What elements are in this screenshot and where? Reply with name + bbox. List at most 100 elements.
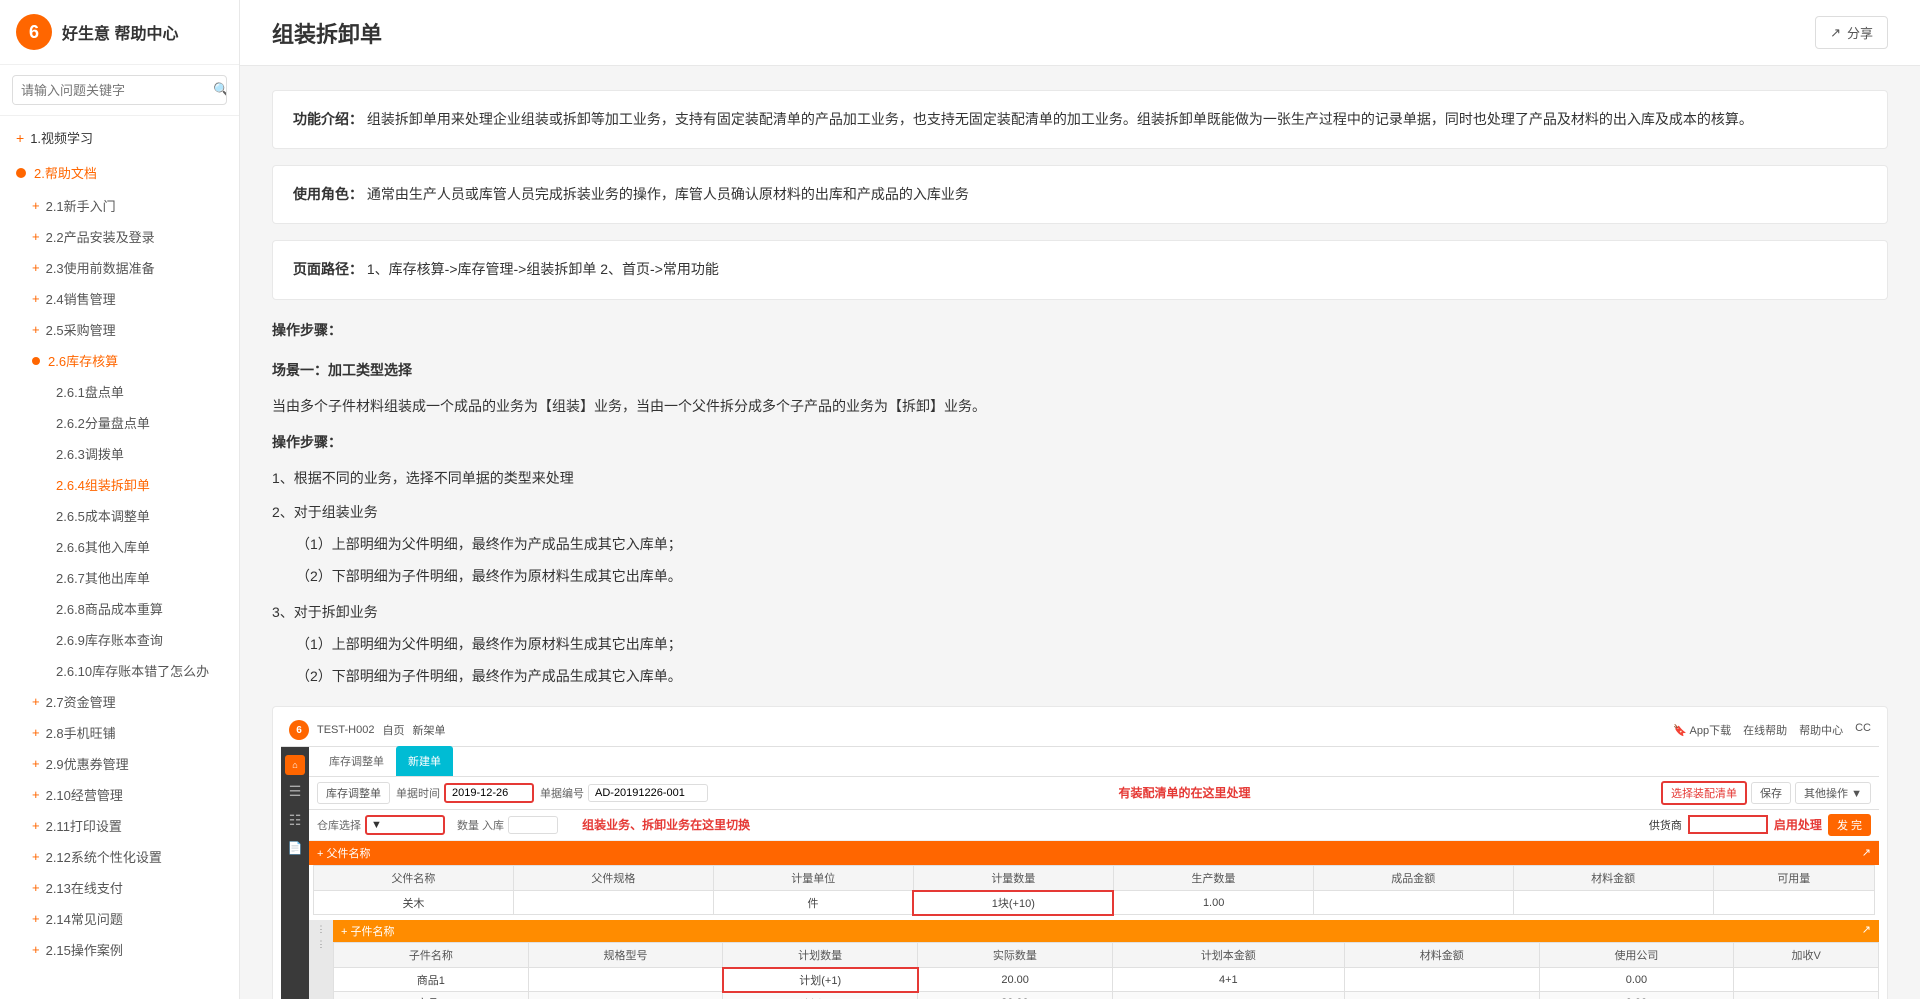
sidebar-item-2-15[interactable]: + 2.15操作案例 <box>32 934 239 965</box>
table-row: 关木 件 1块(+10) 1.00 <box>314 891 1875 915</box>
sidebar-item-2-6-10[interactable]: 2.6.10库存账本错了怎么办 <box>56 655 239 686</box>
col-unit: 计量单位 <box>713 865 913 891</box>
sim-doc-icon: 📄 <box>288 841 303 855</box>
annotation-has-bom: 有装配清单的在这里处理 <box>714 784 1655 801</box>
col-parent-spec: 父件规格 <box>513 865 713 891</box>
sim-count-input[interactable] <box>508 816 558 834</box>
main-content: 组装拆卸单 ↗ 分享 功能介绍： 组装拆卸单用来处理企业组装或拆卸等加工业务，支… <box>240 0 1920 999</box>
sidebar-item-sales[interactable]: + 2.4销售管理 <box>32 283 239 314</box>
sim-btn-select-bom[interactable]: 选择装配清单 <box>1661 781 1747 805</box>
sim-nav-2: 新架单 <box>412 722 445 738</box>
sidebar-item-purchase[interactable]: + 2.5采购管理 <box>32 314 239 345</box>
sidebar-item-new-user[interactable]: + 2.1新手入门 <box>32 190 239 221</box>
sidebar-item-2-6-9[interactable]: 2.6.9库存账本查询 <box>56 624 239 655</box>
sim-nav-1: 自页 <box>382 722 404 738</box>
sim-btn-more[interactable]: 其他操作 ▼ <box>1795 782 1871 804</box>
screenshot-container: 6 TEST-H002 自页 新架单 🔖 App下载 在线帮助 帮助中心 CC <box>272 706 1888 999</box>
sim-date-input[interactable] <box>444 783 534 803</box>
sidebar-item-2-6-4[interactable]: 2.6.4组装拆卸单 <box>56 469 239 500</box>
sim-btn-save[interactable]: 保存 <box>1751 782 1791 804</box>
sidebar-item-2-12[interactable]: + 2.12系统个性化设置 <box>32 841 239 872</box>
sidebar-item-2-14[interactable]: + 2.14常见问题 <box>32 903 239 934</box>
sidebar-item-2-6-8[interactable]: 2.6.8商品成本重算 <box>56 593 239 624</box>
sim-tab-inventory[interactable]: 库存调整单 <box>317 746 396 776</box>
sim-warehouse-select[interactable]: ▼ <box>365 815 445 835</box>
share-icon: ↗ <box>1830 25 1841 41</box>
sidebar-item-2-13[interactable]: + 2.13在线支付 <box>32 872 239 903</box>
sim-topbar: 6 TEST-H002 自页 新架单 🔖 App下载 在线帮助 帮助中心 CC <box>281 715 1879 747</box>
ops-steps-sub-label: 操作步骤： <box>272 428 1888 456</box>
expand-icon: + <box>32 291 40 306</box>
sim-supplier-input[interactable] <box>1688 815 1768 834</box>
sidebar-item-2-6-3[interactable]: 2.6.3调拨单 <box>56 438 239 469</box>
nav-sub-help: + 2.1新手入门 + 2.2产品安装及登录 + 2.3使用前数据准备 + 2.… <box>0 190 239 965</box>
sidebar-item-2-11[interactable]: + 2.11打印设置 <box>32 810 239 841</box>
sim-top-table-header: + 父件名称 ↗ <box>309 841 1879 865</box>
sim-bottom-table: 子件名称 规格型号 计划数量 实际数量 计划本金额 材料金额 使用公司 加收V <box>333 942 1879 999</box>
search-button[interactable]: 🔍 <box>205 76 227 104</box>
path-box: 页面路径： 1、库存核算->库存管理->组装拆卸单 2、首页->常用功能 <box>272 240 1888 299</box>
expand-icon: + <box>32 229 40 244</box>
sim-field-number: 单据编号 <box>540 784 708 802</box>
sidebar-item-2-6-1[interactable]: 2.6.1盘点单 <box>56 376 239 407</box>
sim-menu-icon: ☰ <box>289 783 302 800</box>
intro-text: 组装拆卸单用来处理企业组装或拆卸等加工业务，支持有固定装配清单的产品加工业务，也… <box>367 111 1753 127</box>
sidebar-item-2-6-2[interactable]: 2.6.2分量盘点单 <box>56 407 239 438</box>
content-area: 功能介绍： 组装拆卸单用来处理企业组装或拆卸等加工业务，支持有固定装配清单的产品… <box>240 66 1920 999</box>
sim-toolbar: 库存调整单 单据时间 单据编号 有装配清单的在这里处理 选 <box>309 777 1879 810</box>
sidebar-item-2-6-7[interactable]: 2.6.7其他出库单 <box>56 562 239 593</box>
step2-1: （1）上部明细为父件明细，最终作为产成品生成其它入库单； <box>296 530 1888 558</box>
sidebar-item-2-6-6[interactable]: 2.6.6其他入库单 <box>56 531 239 562</box>
search-input[interactable] <box>13 77 205 104</box>
sidebar-header: 6 好生意 帮助中心 <box>0 0 239 65</box>
sim-topbar-right: 🔖 App下载 在线帮助 帮助中心 CC <box>1673 722 1871 738</box>
sim-home-icon: ⌂ <box>285 755 305 775</box>
sim-grid-icon: ☷ <box>289 812 302 829</box>
sidebar-item-2-6-5[interactable]: 2.6.5成本调整单 <box>56 500 239 531</box>
sim-body: ⌂ ☰ ☷ 📄 库存调整单 新建单 库存调 <box>281 747 1879 999</box>
sim-field-count: 数量 入库 <box>457 816 558 834</box>
share-button[interactable]: ↗ 分享 <box>1815 16 1888 49</box>
sim-bom-btn-area: 选择装配清单 保存 其他操作 ▼ <box>1661 781 1871 805</box>
active-dot-icon <box>16 168 26 178</box>
sim-top-table-container: 父件名称 父件规格 计量单位 计量数量 生产数量 成品金额 材料金额 可用量 <box>309 865 1879 920</box>
col-prod-amount: 成品金额 <box>1313 865 1513 891</box>
sim-bottom-section: ⋮ ⋮ + 子件名称 ↗ <box>309 920 1879 999</box>
sim-main: 库存调整单 新建单 库存调整单 单据时间 单据编号 <box>309 747 1879 999</box>
sidebar-item-2-7[interactable]: + 2.7资金管理 <box>32 686 239 717</box>
col-parent-name: 父件名称 <box>314 865 514 891</box>
step3-1: （1）上部明细为父件明细，最终作为原材料生成其它出库单； <box>296 630 1888 658</box>
annotation-enable: 启用处理 <box>1774 816 1822 833</box>
step3-2: （2）下部明细为子件明细，最终作为产成品生成其它入库单。 <box>296 662 1888 690</box>
sim-btn-enable[interactable]: 发 完 <box>1828 814 1871 836</box>
sidebar-item-2-10[interactable]: + 2.10经营管理 <box>32 779 239 810</box>
nav-sub-inventory: 2.6.1盘点单 2.6.2分量盘点单 2.6.3调拨单 2.6.4组装拆卸单 … <box>32 376 239 686</box>
step1: 1、根据不同的业务，选择不同单据的类型来处理 <box>272 464 1888 492</box>
sidebar-item-video[interactable]: + 1.视频学习 <box>0 120 239 155</box>
active-dot-icon <box>32 357 40 365</box>
sim-tabs: 库存调整单 新建单 <box>309 747 1879 777</box>
col-avail: 可用量 <box>1713 865 1874 891</box>
sidebar-item-data-prep[interactable]: + 2.3使用前数据准备 <box>32 252 239 283</box>
sim-number-input[interactable] <box>588 784 708 802</box>
sidebar-item-help-docs[interactable]: 2.帮助文档 <box>0 155 239 190</box>
sidebar-item-2-9[interactable]: + 2.9优惠券管理 <box>32 748 239 779</box>
sim-tab-new[interactable]: 新建单 <box>396 746 453 776</box>
intro-label: 功能介绍： <box>293 111 363 127</box>
expand-icon: + <box>32 198 40 213</box>
sidebar-item-2-8[interactable]: + 2.8手机旺铺 <box>32 717 239 748</box>
sidebar-item-inventory[interactable]: 2.6库存核算 <box>32 345 239 376</box>
sim-btn-adjust[interactable]: 库存调整单 <box>317 782 390 804</box>
scene1-desc: 当由多个子件材料组装成一个成品的业务为【组装】业务，当由一个父件拆分成多个子产品… <box>272 392 1888 420</box>
app-logo: 6 <box>16 14 52 50</box>
sidebar-item-label: 2.帮助文档 <box>34 163 97 182</box>
ops-content: 操作步骤： 场景一：加工类型选择 当由多个子件材料组装成一个成品的业务为【组装】… <box>272 316 1888 690</box>
intro-box: 功能介绍： 组装拆卸单用来处理企业组装或拆卸等加工业务，支持有固定装配清单的产品… <box>272 90 1888 149</box>
sim-test-code: TEST-H002 <box>317 724 374 736</box>
sidebar-item-install[interactable]: + 2.2产品安装及登录 <box>32 221 239 252</box>
role-label: 使用角色： <box>293 186 363 202</box>
sim-field-date: 单据时间 <box>396 783 534 803</box>
col-mat-amount: 材料金额 <box>1513 865 1713 891</box>
path-label: 页面路径： <box>293 261 363 277</box>
expand-icon: + <box>16 130 24 146</box>
